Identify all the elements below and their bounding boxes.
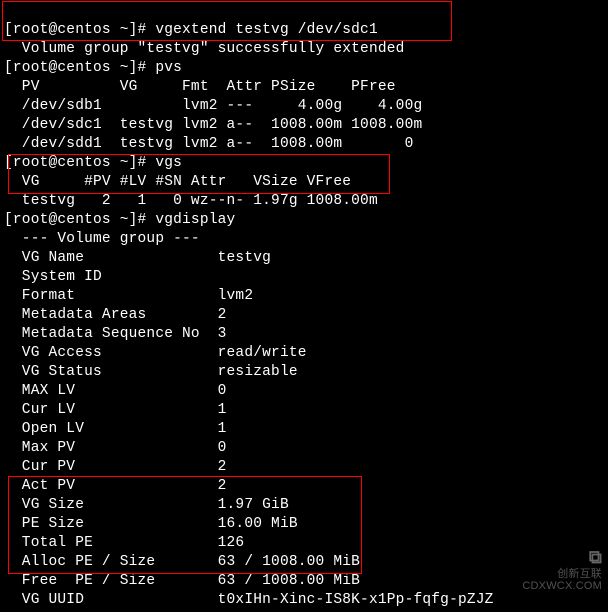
vgdisplay-row: PE Size 16.00 MiB (4, 516, 298, 532)
pvs-row: /dev/sdb1 lvm2 --- 4.00g 4.00g (4, 98, 422, 114)
vgdisplay-row: VG Name testvg (4, 250, 271, 266)
vgdisplay-heading: --- Volume group --- (4, 231, 200, 247)
vgs-row: testvg 2 1 0 wz--n- 1.97g 1008.00m (4, 193, 378, 209)
vgdisplay-row: Cur PV 2 (4, 459, 227, 475)
vgdisplay-row: Act PV 2 (4, 478, 227, 494)
watermark-brand: 创新互联 (522, 568, 602, 580)
vgdisplay-row: Open LV 1 (4, 421, 227, 437)
vgdisplay-row: VG Status resizable (4, 364, 298, 380)
vgdisplay-row: Cur LV 1 (4, 402, 227, 418)
vgdisplay-row: MAX LV 0 (4, 383, 227, 399)
cmd-pvs: [root@centos ~]# pvs (4, 60, 182, 76)
vgdisplay-row: VG UUID t0xIHn-Xinc-IS8K-x1Pp-fqfg-pZJZ (4, 592, 494, 608)
terminal-output: [root@centos ~]# vgextend testvg /dev/sd… (0, 0, 608, 612)
watermark: ⧉ 创新互联 CDXWCX.COM (522, 548, 602, 592)
out-vgextend-success: Volume group "testvg" successfully exten… (4, 41, 405, 57)
watermark-logo-icon: ⧉ (522, 548, 602, 568)
vgdisplay-row: Total PE 126 (4, 535, 244, 551)
vgs-header: VG #PV #LV #SN Attr VSize VFree (4, 174, 351, 190)
vgdisplay-row: VG Access read/write (4, 345, 307, 361)
pvs-row: /dev/sdc1 testvg lvm2 a-- 1008.00m 1008.… (4, 117, 422, 133)
vgdisplay-row: System ID (4, 269, 102, 285)
vgdisplay-row: Format lvm2 (4, 288, 253, 304)
vgdisplay-row: Max PV 0 (4, 440, 227, 456)
vgdisplay-row: Alloc PE / Size 63 / 1008.00 MiB (4, 554, 360, 570)
vgdisplay-row: Metadata Areas 2 (4, 307, 227, 323)
vgdisplay-row: Free PE / Size 63 / 1008.00 MiB (4, 573, 360, 589)
watermark-url: CDXWCX.COM (522, 580, 602, 592)
cmd-vgs: [root@centos ~]# vgs (4, 155, 182, 171)
pvs-row: /dev/sdd1 testvg lvm2 a-- 1008.00m 0 (4, 136, 413, 152)
vgdisplay-row: Metadata Sequence No 3 (4, 326, 227, 342)
vgdisplay-row: VG Size 1.97 GiB (4, 497, 289, 513)
pvs-header: PV VG Fmt Attr PSize PFree (4, 79, 396, 95)
cmd-vgextend: [root@centos ~]# vgextend testvg /dev/sd… (4, 22, 378, 38)
cmd-vgdisplay: [root@centos ~]# vgdisplay (4, 212, 235, 228)
